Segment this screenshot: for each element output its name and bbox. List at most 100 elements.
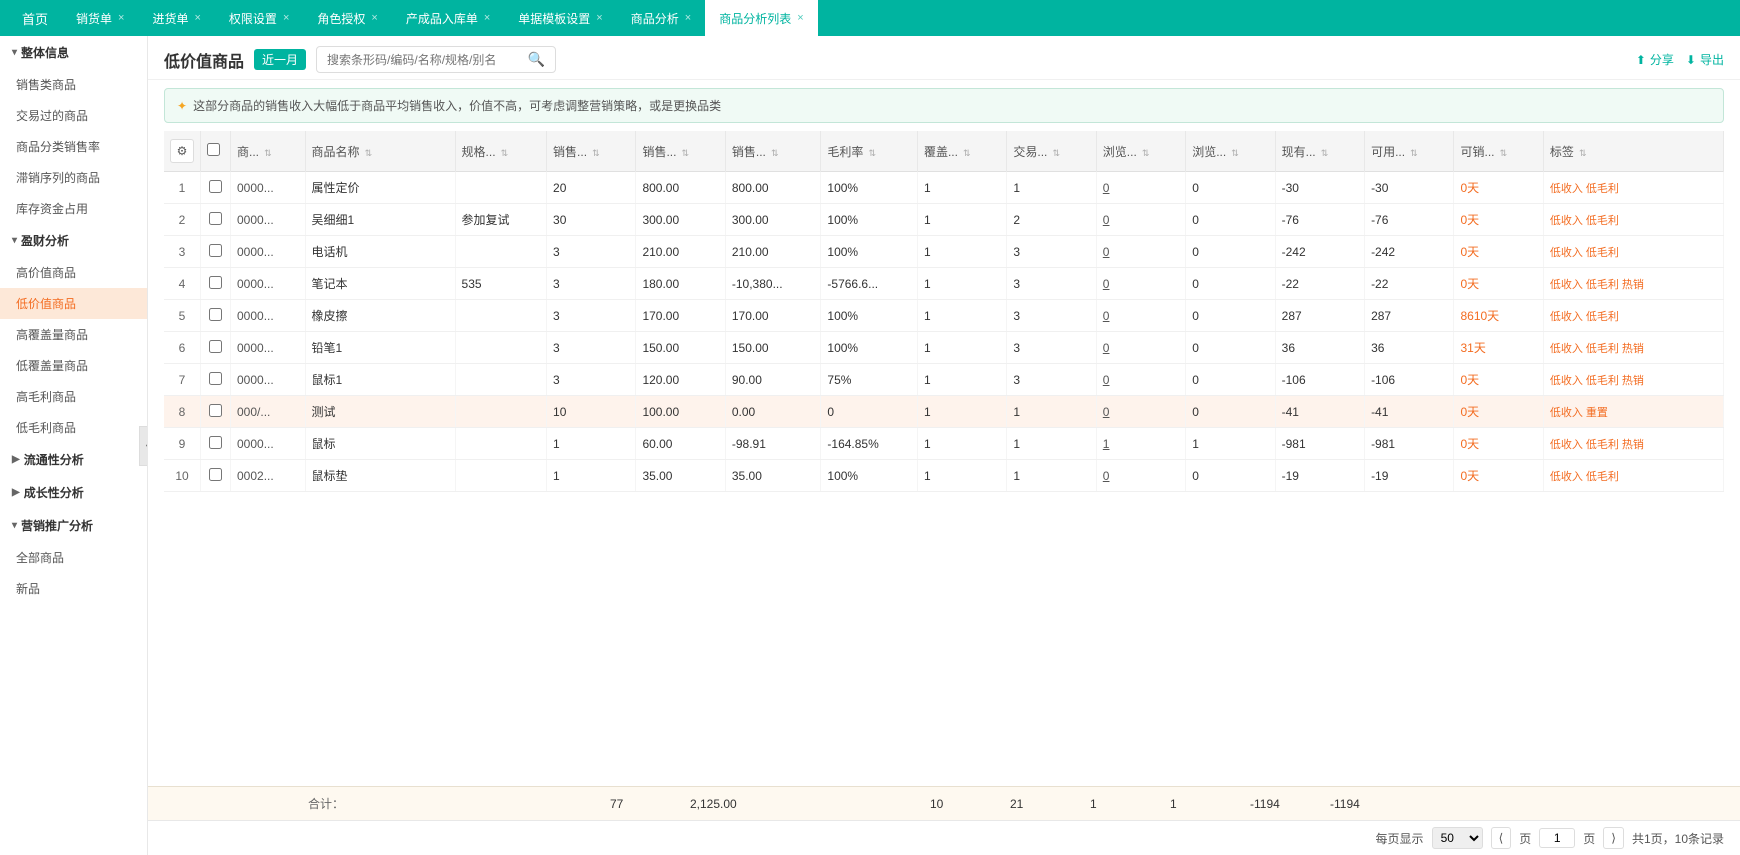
sidebar-item-high-margin[interactable]: 高毛利商品 [0, 381, 147, 412]
row-checkbox[interactable] [209, 404, 222, 417]
sidebar-item-all-products[interactable]: 全部商品 [0, 542, 147, 573]
browse1-link[interactable]: 0 [1103, 309, 1110, 323]
sidebar-group-marketing[interactable]: ▾ 营销推广分析 [0, 509, 147, 542]
row-qty: 1 [547, 460, 636, 492]
row-browse1[interactable]: 1 [1096, 428, 1185, 460]
row-qty: 3 [547, 364, 636, 396]
sidebar-item-slow-moving[interactable]: 滞销序列的商品 [0, 162, 147, 193]
row-browse1[interactable]: 0 [1096, 268, 1185, 300]
row-checkbox[interactable] [209, 244, 222, 257]
row-trade: 3 [1007, 236, 1096, 268]
row-browse1[interactable]: 0 [1096, 460, 1185, 492]
row-days: 8610天 [1454, 300, 1543, 332]
settings-button[interactable]: ⚙ [170, 139, 194, 163]
row-spec [455, 428, 547, 460]
browse1-link[interactable]: 0 [1103, 277, 1110, 291]
search-input[interactable] [327, 53, 522, 67]
row-browse1[interactable]: 0 [1096, 172, 1185, 204]
sidebar-item-traded-products[interactable]: 交易过的商品 [0, 100, 147, 131]
nav-close-purchase[interactable]: × [194, 12, 200, 24]
nav-close-permissions[interactable]: × [283, 12, 289, 24]
nav-close-product-analysis-list[interactable]: × [797, 12, 803, 24]
browse1-link[interactable]: 1 [1103, 437, 1110, 451]
sidebar-item-sales-products[interactable]: 销售类商品 [0, 69, 147, 100]
nav-permissions[interactable]: 权限设置 × [215, 0, 303, 36]
browse1-link[interactable]: 0 [1103, 469, 1110, 483]
nav-template[interactable]: 单据模板设置 × [504, 0, 616, 36]
nav-product-storage[interactable]: 产成品入库单 × [392, 0, 504, 36]
search-box[interactable]: 🔍 [316, 46, 556, 73]
nav-close-product-storage[interactable]: × [484, 12, 490, 24]
sidebar-item-low-coverage[interactable]: 低覆盖量商品 [0, 350, 147, 381]
row-browse1[interactable]: 0 [1096, 300, 1185, 332]
nav-close-product-analysis[interactable]: × [685, 12, 691, 24]
nav-close-sales[interactable]: × [118, 12, 124, 24]
row-checkbox[interactable] [209, 372, 222, 385]
per-page-select[interactable]: 50 20 100 [1432, 827, 1483, 849]
sidebar-group-circulation[interactable]: ▶ 流通性分析 [0, 443, 147, 476]
browse1-link[interactable]: 0 [1103, 341, 1110, 355]
first-page-button[interactable]: ⟨ [1491, 827, 1512, 849]
row-spec [455, 172, 547, 204]
row-code: 0000... [231, 428, 306, 460]
row-browse1[interactable]: 0 [1096, 332, 1185, 364]
browse1-link[interactable]: 0 [1103, 405, 1110, 419]
row-browse1[interactable]: 0 [1096, 236, 1185, 268]
nav-close-roles[interactable]: × [371, 12, 377, 24]
th-rate: 毛利率 ⇅ [821, 131, 918, 172]
browse1-link[interactable]: 0 [1103, 181, 1110, 195]
row-checkbox[interactable] [209, 212, 222, 225]
next-page-button[interactable]: ⟩ [1603, 827, 1624, 849]
row-checkbox-cell [201, 172, 231, 204]
sidebar-item-low-margin[interactable]: 低毛利商品 [0, 412, 147, 443]
row-checkbox[interactable] [209, 436, 222, 449]
tag: 低收入 [1550, 343, 1583, 355]
tag: 低毛利 [1586, 183, 1619, 195]
row-checkbox[interactable] [209, 340, 222, 353]
nav-sales[interactable]: 销货单 × [62, 0, 138, 36]
nav-home[interactable]: 首页 [8, 0, 62, 36]
page-input[interactable] [1539, 828, 1575, 848]
row-sale2: 150.00 [725, 332, 821, 364]
sort-icon: ⇅ [592, 148, 600, 158]
browse1-link[interactable]: 0 [1103, 373, 1110, 387]
row-days: 0天 [1454, 268, 1543, 300]
browse1-link[interactable]: 0 [1103, 245, 1110, 259]
row-checkbox[interactable] [209, 276, 222, 289]
info-icon: ✦ [177, 99, 187, 113]
row-browse1[interactable]: 0 [1096, 364, 1185, 396]
nav-product-analysis[interactable]: 商品分析 × [617, 0, 705, 36]
sidebar-group-overall[interactable]: ▾ 整体信息 [0, 36, 147, 69]
sidebar-item-new-products[interactable]: 新品 [0, 573, 147, 604]
export-button[interactable]: ⬇ 导出 [1686, 51, 1724, 68]
row-checkbox[interactable] [209, 308, 222, 321]
row-browse2: 0 [1186, 460, 1275, 492]
row-browse1[interactable]: 0 [1096, 396, 1185, 428]
nav-purchase[interactable]: 进货单 × [138, 0, 214, 36]
sidebar-item-high-value[interactable]: 高价值商品 [0, 257, 147, 288]
nav-close-template[interactable]: × [596, 12, 602, 24]
sidebar: ▾ 整体信息 销售类商品 交易过的商品 商品分类销售率 滞销序列的商品 库存资金… [0, 36, 148, 855]
sidebar-group-financial[interactable]: ▾ 盈财分析 [0, 224, 147, 257]
share-button[interactable]: ⬆ 分享 [1636, 51, 1674, 68]
browse1-link[interactable]: 0 [1103, 213, 1110, 227]
row-sale2: 0.00 [725, 396, 821, 428]
nav-roles[interactable]: 角色授权 × [303, 0, 391, 36]
sidebar-group-growth[interactable]: ▶ 成长性分析 [0, 476, 147, 509]
tag: 低毛利 [1586, 439, 1619, 451]
nav-product-analysis-list[interactable]: 商品分析列表 × [705, 0, 817, 36]
sidebar-item-inventory-capital[interactable]: 库存资金占用 [0, 193, 147, 224]
row-days: 0天 [1454, 236, 1543, 268]
search-icon: 🔍 [528, 51, 545, 68]
row-checkbox[interactable] [209, 468, 222, 481]
sidebar-item-high-coverage[interactable]: 高覆盖量商品 [0, 319, 147, 350]
row-browse1[interactable]: 0 [1096, 204, 1185, 236]
time-badge[interactable]: 近一月 [254, 49, 306, 70]
sidebar-item-low-value[interactable]: 低价值商品 [0, 288, 147, 319]
summary-name [444, 797, 524, 811]
select-all-checkbox[interactable] [207, 143, 220, 156]
sidebar-collapse-button[interactable]: ‹‹ [139, 426, 148, 466]
row-checkbox[interactable] [209, 180, 222, 193]
total-records-label: 共1页，10条记录 [1632, 830, 1724, 847]
sidebar-item-category-sales-rate[interactable]: 商品分类销售率 [0, 131, 147, 162]
